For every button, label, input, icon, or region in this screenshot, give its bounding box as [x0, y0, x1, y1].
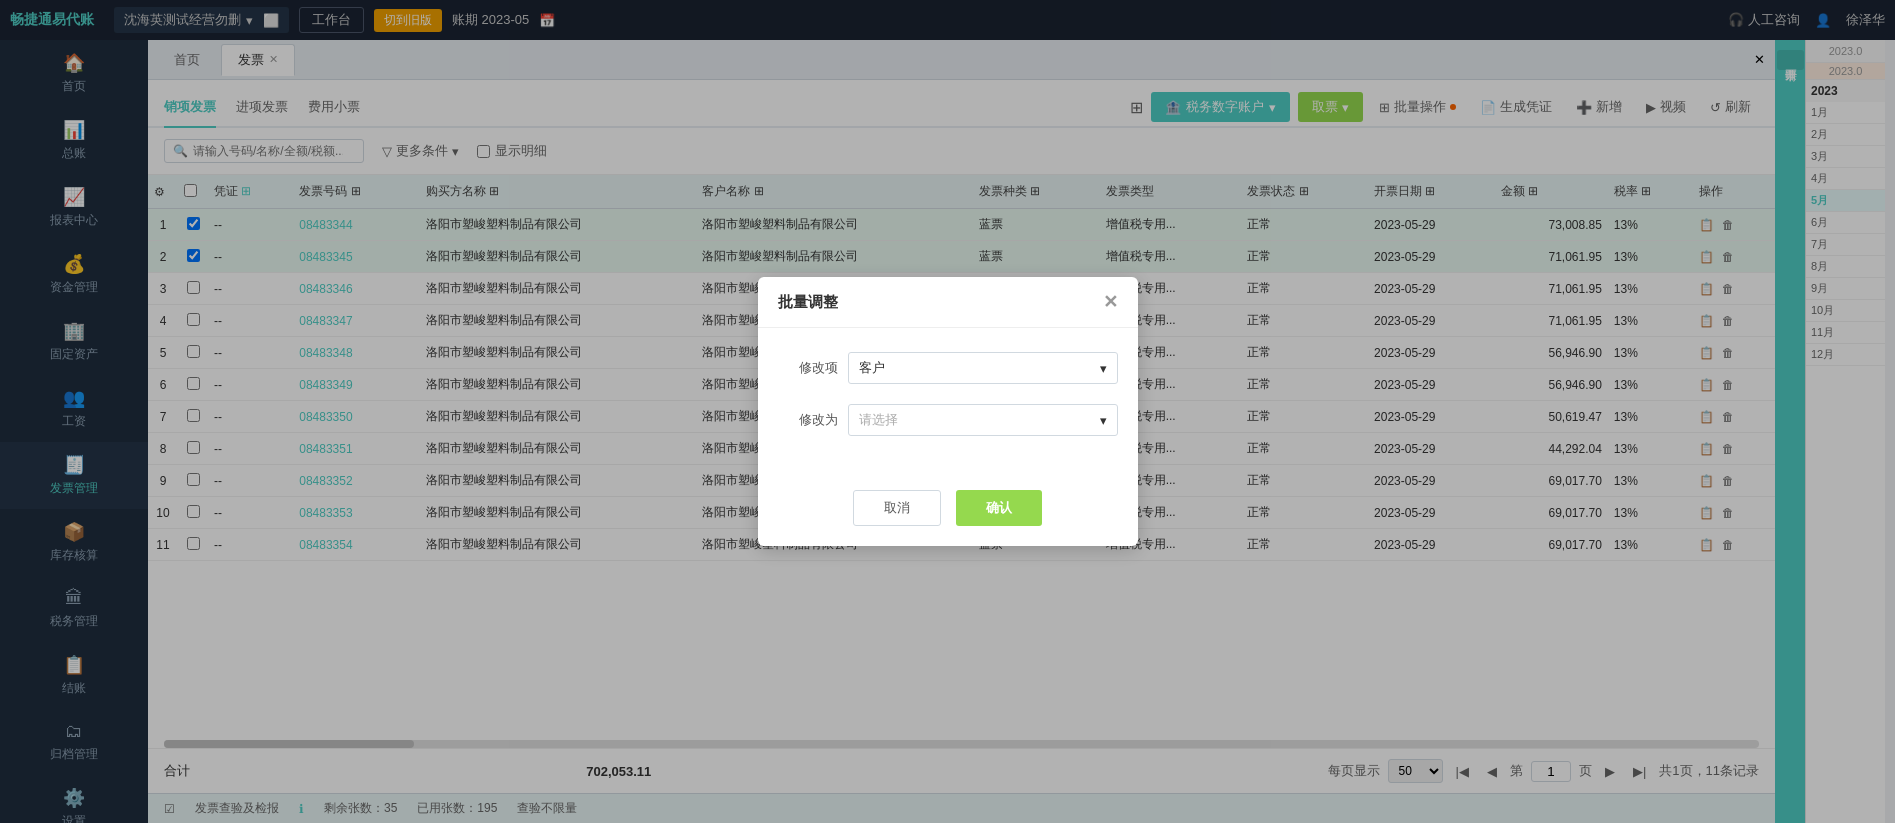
chevron-down-icon: ▾	[1100, 413, 1107, 428]
field-select[interactable]: 客户 ▾	[848, 352, 1118, 384]
field-value: 客户	[859, 359, 885, 377]
modal-title: 批量调整	[778, 293, 838, 312]
field-label: 修改项	[778, 359, 838, 377]
value-select[interactable]: 请选择 ▾	[848, 404, 1118, 436]
modal-header: 批量调整 ✕	[758, 277, 1138, 328]
value-placeholder: 请选择	[859, 411, 898, 429]
field-row: 修改项 客户 ▾	[778, 352, 1118, 384]
modal-body: 修改项 客户 ▾ 修改为 请选择 ▾	[758, 328, 1138, 480]
modal-close-btn[interactable]: ✕	[1103, 291, 1118, 313]
value-row: 修改为 请选择 ▾	[778, 404, 1118, 436]
cancel-button[interactable]: 取消	[853, 490, 941, 526]
confirm-button[interactable]: 确认	[956, 490, 1042, 526]
value-label: 修改为	[778, 411, 838, 429]
modal-footer: 取消 确认	[758, 480, 1138, 546]
chevron-down-icon: ▾	[1100, 361, 1107, 376]
modal-overlay[interactable]: 批量调整 ✕ 修改项 客户 ▾ 修改为 请选择 ▾ 取消 确认	[0, 0, 1895, 823]
batch-adjust-modal: 批量调整 ✕ 修改项 客户 ▾ 修改为 请选择 ▾ 取消 确认	[758, 277, 1138, 546]
